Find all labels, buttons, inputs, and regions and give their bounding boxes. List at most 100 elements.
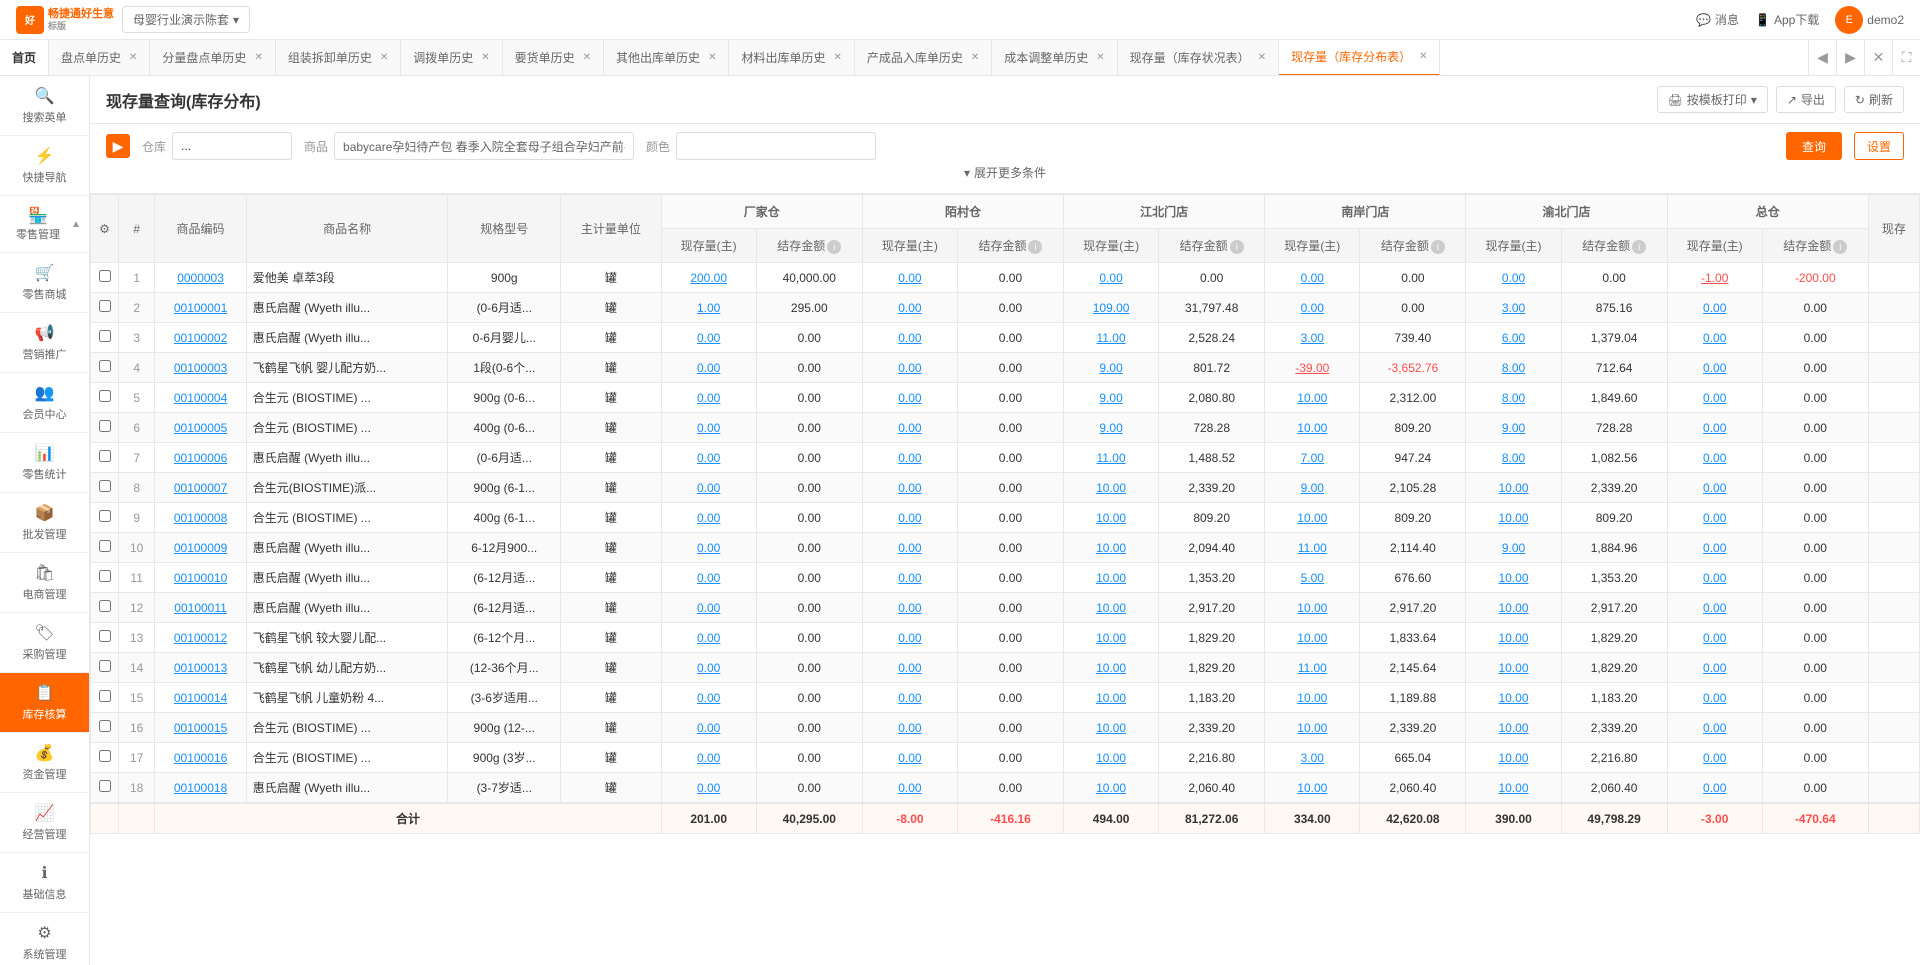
row-nanan-qty[interactable]: 0.00 [1265,263,1360,293]
tab-assembly[interactable]: 组装拆卸单历史 ✕ [276,40,401,76]
row-checkbox[interactable] [91,683,119,713]
row-checkbox[interactable] [91,383,119,413]
row-code[interactable]: 00100001 [155,293,246,323]
row-mucunco-qty[interactable]: 0.00 [862,413,957,443]
tab-close-4[interactable]: ✕ [481,52,489,63]
row-jiangbei-qty[interactable]: 10.00 [1064,773,1159,804]
row-yubei-qty[interactable]: 8.00 [1466,383,1561,413]
row-total-qty[interactable]: 0.00 [1667,383,1762,413]
app-download-item[interactable]: 📱 App下载 [1755,11,1819,28]
row-changjiacao-qty[interactable]: 0.00 [661,473,756,503]
row-yubei-qty[interactable]: 3.00 [1466,293,1561,323]
tab-close-6[interactable]: ✕ [708,52,716,63]
user-area[interactable]: E demo2 [1835,6,1904,34]
tab-inventory-count2[interactable]: 分量盘点单历史 ✕ [150,40,275,76]
tab-cost-adjust[interactable]: 成本调整单历史 ✕ [992,40,1117,76]
row-code[interactable]: 00100009 [155,533,246,563]
row-nanan-qty[interactable]: 11.00 [1265,653,1360,683]
row-code[interactable]: 00100016 [155,743,246,773]
row-total-qty[interactable]: 0.00 [1667,653,1762,683]
sidebar-item-quicknav[interactable]: ⚡ 快捷导航 [0,136,89,196]
tab-close-2[interactable]: ✕ [254,52,262,63]
row-code[interactable]: 00100018 [155,773,246,804]
row-jiangbei-qty[interactable]: 11.00 [1064,443,1159,473]
row-code[interactable]: 00100014 [155,683,246,713]
product-input[interactable] [334,132,634,160]
row-changjiacao-qty[interactable]: 0.00 [661,383,756,413]
row-code[interactable]: 00100003 [155,353,246,383]
tab-close-7[interactable]: ✕ [833,52,841,63]
tab-stock-status[interactable]: 现存量（库存状况表） ✕ [1118,40,1279,76]
row-total-qty[interactable]: 0.00 [1667,713,1762,743]
row-jiangbei-qty[interactable]: 10.00 [1064,563,1159,593]
tab-home[interactable]: 首页 [0,40,49,76]
row-code[interactable]: 00100002 [155,323,246,353]
row-changjiacao-qty[interactable]: 0.00 [661,443,756,473]
row-jiangbei-qty[interactable]: 10.00 [1064,593,1159,623]
row-mucunco-qty[interactable]: 0.00 [862,563,957,593]
sidebar-item-marketing[interactable]: 📢 营销推广 [0,313,89,373]
tab-other-out[interactable]: 其他出库单历史 ✕ [604,40,729,76]
row-total-qty[interactable]: 0.00 [1667,563,1762,593]
tab-close-all-button[interactable]: ✕ [1864,40,1892,76]
row-jiangbei-qty[interactable]: 10.00 [1064,683,1159,713]
row-yubei-qty[interactable]: 10.00 [1466,653,1561,683]
row-jiangbei-qty[interactable]: 10.00 [1064,743,1159,773]
row-changjiacao-qty[interactable]: 0.00 [661,773,756,804]
row-nanan-qty[interactable]: 10.00 [1265,413,1360,443]
info-icon-1[interactable]: i [827,240,841,254]
row-jiangbei-qty[interactable]: 10.00 [1064,533,1159,563]
row-code[interactable]: 00100004 [155,383,246,413]
row-nanan-qty[interactable]: 10.00 [1265,773,1360,804]
row-nanan-qty[interactable]: 10.00 [1265,683,1360,713]
tab-product-in[interactable]: 产成品入库单历史 ✕ [855,40,992,76]
row-total-qty[interactable]: 0.00 [1667,683,1762,713]
row-yubei-qty[interactable]: 10.00 [1466,743,1561,773]
sidebar-item-retail[interactable]: 🏪 零售管理 ▲ [0,196,89,253]
row-yubei-qty[interactable]: 10.00 [1466,563,1561,593]
row-total-qty[interactable]: 0.00 [1667,293,1762,323]
print-button[interactable]: 🖨 按模板打印 ▾ [1657,86,1768,113]
row-nanan-qty[interactable]: 9.00 [1265,473,1360,503]
row-checkbox[interactable] [91,593,119,623]
row-total-qty[interactable]: -1.00 [1667,263,1762,293]
row-checkbox[interactable] [91,743,119,773]
tab-inventory-count[interactable]: 盘点单历史 ✕ [49,40,150,76]
row-checkbox[interactable] [91,623,119,653]
row-changjiacao-qty[interactable]: 0.00 [661,413,756,443]
row-code[interactable]: 00100013 [155,653,246,683]
row-nanan-qty[interactable]: 0.00 [1265,293,1360,323]
row-changjiacao-qty[interactable]: 0.00 [661,503,756,533]
row-checkbox[interactable] [91,413,119,443]
tab-close-3[interactable]: ✕ [380,52,388,63]
row-total-qty[interactable]: 0.00 [1667,533,1762,563]
row-mucunco-qty[interactable]: 0.00 [862,593,957,623]
row-changjiacao-qty[interactable]: 0.00 [661,563,756,593]
row-nanan-qty[interactable]: 5.00 [1265,563,1360,593]
row-total-qty[interactable]: 0.00 [1667,473,1762,503]
info-icon-2[interactable]: i [1028,240,1042,254]
row-jiangbei-qty[interactable]: 10.00 [1064,503,1159,533]
row-mucunco-qty[interactable]: 0.00 [862,773,957,804]
row-jiangbei-qty[interactable]: 0.00 [1064,263,1159,293]
info-icon-4[interactable]: i [1431,240,1445,254]
row-nanan-qty[interactable]: 10.00 [1265,713,1360,743]
row-jiangbei-qty[interactable]: 9.00 [1064,353,1159,383]
row-total-qty[interactable]: 0.00 [1667,353,1762,383]
sidebar-item-ecommerce[interactable]: 🛍 电商管理 [0,553,89,613]
row-yubei-qty[interactable]: 10.00 [1466,473,1561,503]
row-total-qty[interactable]: 0.00 [1667,773,1762,804]
row-checkbox[interactable] [91,293,119,323]
row-checkbox[interactable] [91,563,119,593]
row-checkbox[interactable] [91,713,119,743]
row-changjiacao-qty[interactable]: 0.00 [661,713,756,743]
tab-next-button[interactable]: ▶ [1836,40,1864,76]
row-jiangbei-qty[interactable]: 10.00 [1064,713,1159,743]
row-total-qty[interactable]: 0.00 [1667,743,1762,773]
row-yubei-qty[interactable]: 10.00 [1466,773,1561,804]
tab-close-8[interactable]: ✕ [971,52,979,63]
row-code[interactable]: 00100006 [155,443,246,473]
row-changjiacao-qty[interactable]: 0.00 [661,593,756,623]
row-total-qty[interactable]: 0.00 [1667,323,1762,353]
row-nanan-qty[interactable]: 11.00 [1265,533,1360,563]
